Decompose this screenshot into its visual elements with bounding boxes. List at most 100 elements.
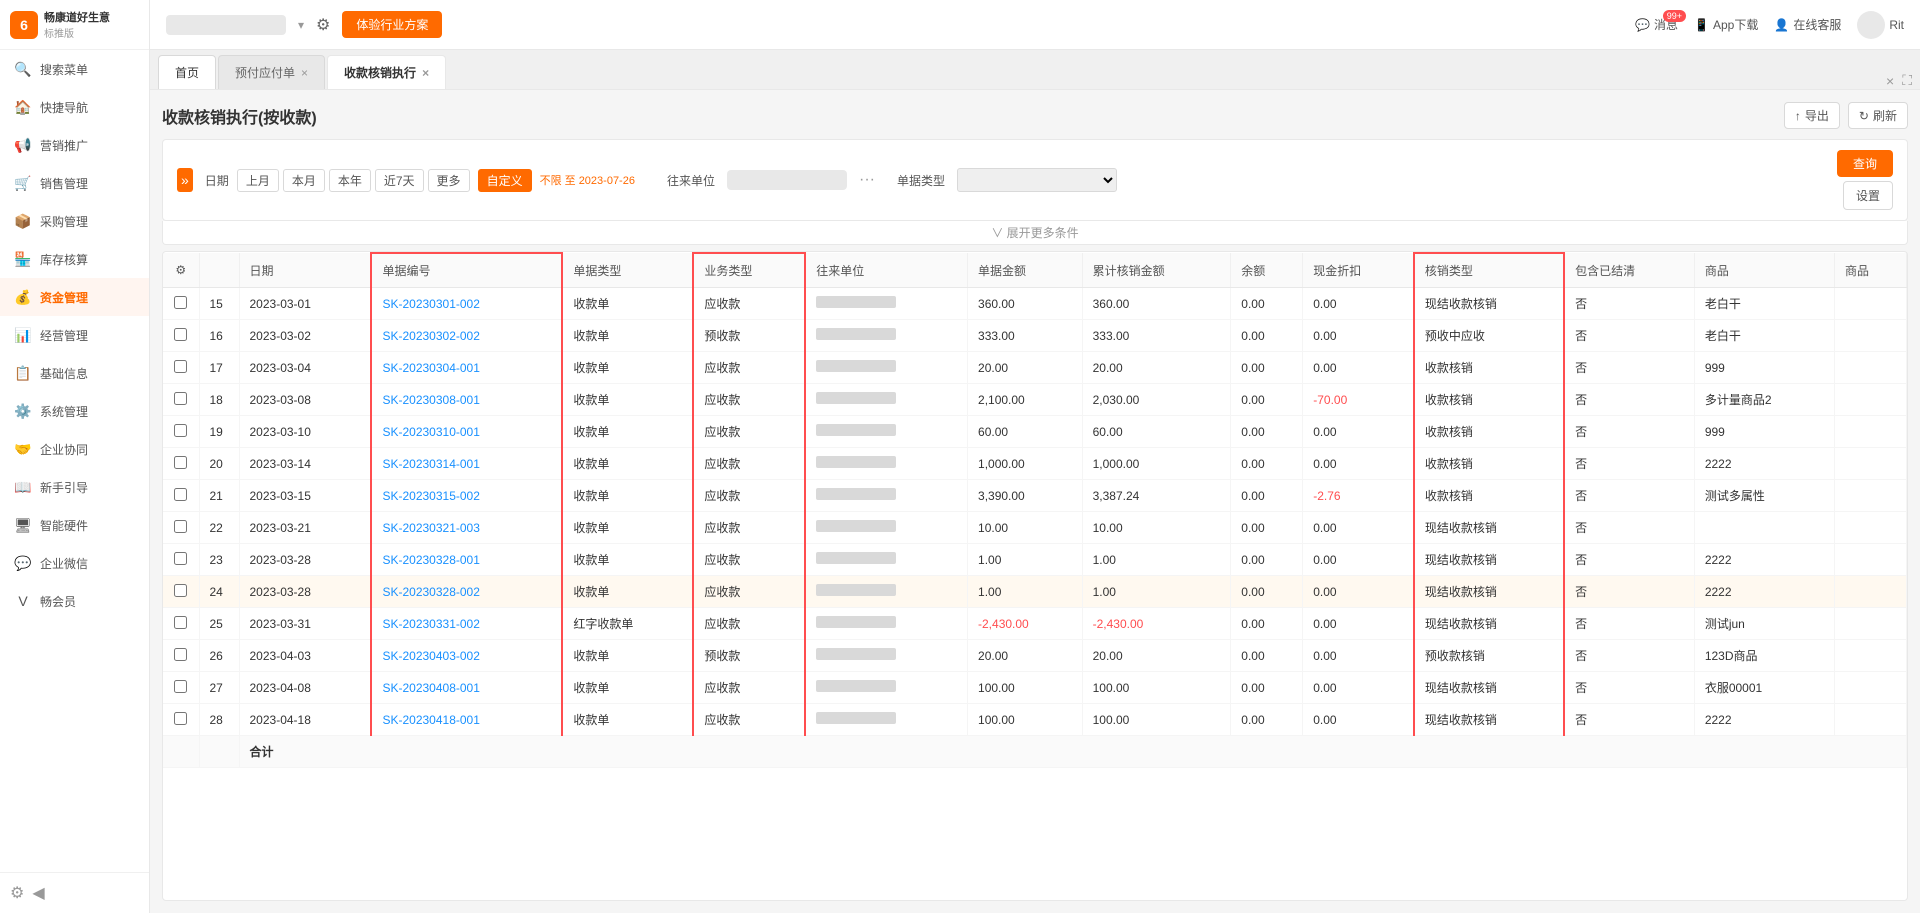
- col-settings-icon[interactable]: ⚙: [175, 263, 186, 277]
- doc-no-link[interactable]: SK-20230302-002: [382, 329, 479, 343]
- filter-more-dots[interactable]: ···: [859, 171, 875, 189]
- tab-close-receipt[interactable]: ×: [422, 66, 429, 80]
- sidebar-item-finance[interactable]: 💰资金管理: [0, 278, 149, 316]
- cell-goods2: [1834, 640, 1906, 672]
- app-download-item[interactable]: 📱 App下载: [1694, 16, 1758, 33]
- row-checkbox[interactable]: [174, 616, 187, 629]
- cell-checkbox: [163, 480, 199, 512]
- col-settled-header: 包含已结清: [1564, 253, 1694, 288]
- row-checkbox[interactable]: [174, 488, 187, 501]
- row-checkbox[interactable]: [174, 712, 187, 725]
- date-btn-近7天[interactable]: 近7天: [375, 169, 424, 192]
- row-checkbox[interactable]: [174, 424, 187, 437]
- tab-fullscreen-icon[interactable]: ⛶: [1902, 72, 1912, 89]
- cell-docno: SK-20230418-001: [371, 704, 562, 736]
- cell-goods2: [1834, 608, 1906, 640]
- doc-no-link[interactable]: SK-20230418-001: [382, 713, 479, 727]
- tab-label-home: 首页: [175, 64, 199, 81]
- sidebar-label-tutorial: 新手引导: [40, 479, 88, 496]
- sidebar-icon-hardware: 🖥: [14, 516, 32, 534]
- custom-date-btn[interactable]: 自定义: [478, 169, 532, 192]
- sidebar-item-guide[interactable]: 🏠快捷导航: [0, 88, 149, 126]
- tab-close-prepay[interactable]: ×: [301, 66, 308, 80]
- export-button[interactable]: ↑ 导出: [1784, 102, 1840, 129]
- cell-date: 2023-03-10: [239, 416, 371, 448]
- sidebar-item-tutorial[interactable]: 📖新手引导: [0, 468, 149, 506]
- refresh-button[interactable]: ↻ 刷新: [1848, 102, 1908, 129]
- col-goods2-header: 商品: [1834, 253, 1906, 288]
- doc-no-link[interactable]: SK-20230301-002: [382, 297, 479, 311]
- sidebar-icon-member: V: [14, 592, 32, 610]
- row-checkbox[interactable]: [174, 456, 187, 469]
- sidebar-item-hardware[interactable]: 🖥智能硬件: [0, 506, 149, 544]
- tabbar: 首页预付应付单×收款核销执行××⛶: [150, 50, 1920, 90]
- sidebar-item-wechat[interactable]: 💬企业微信: [0, 544, 149, 582]
- doc-no-link[interactable]: SK-20230314-001: [382, 457, 479, 471]
- topbar-gear-icon[interactable]: ⚙: [316, 15, 330, 35]
- doc-no-link[interactable]: SK-20230315-002: [382, 489, 479, 503]
- sidebar-item-inventory[interactable]: 🏪库存核算: [0, 240, 149, 278]
- tab-receipt[interactable]: 收款核销执行×: [327, 55, 446, 89]
- query-button[interactable]: 查询: [1837, 150, 1893, 177]
- settings-footer-icon[interactable]: ⚙: [10, 883, 24, 903]
- doc-no-link[interactable]: SK-20230408-001: [382, 681, 479, 695]
- setting-button[interactable]: 设置: [1843, 181, 1893, 210]
- cell-verifytype: 收款核销: [1414, 352, 1564, 384]
- row-checkbox[interactable]: [174, 520, 187, 533]
- receipt-type-select[interactable]: [957, 168, 1117, 192]
- tab-prepay[interactable]: 预付应付单×: [218, 55, 325, 89]
- expand-bar[interactable]: ∨ 展开更多条件: [162, 221, 1908, 245]
- topbar-dropdown-icon[interactable]: ▾: [298, 18, 304, 32]
- solution-button[interactable]: 体验行业方案: [342, 11, 442, 38]
- sidebar-icon-enterprise: 🤝: [14, 440, 32, 458]
- online-service-item[interactable]: 👤 在线客服: [1774, 16, 1841, 33]
- cell-goods2: [1834, 512, 1906, 544]
- row-checkbox[interactable]: [174, 392, 187, 405]
- date-btn-更多[interactable]: 更多: [428, 169, 470, 192]
- date-btn-本年[interactable]: 本年: [329, 169, 371, 192]
- cell-cashdisc: -70.00: [1303, 384, 1414, 416]
- sidebar-item-member[interactable]: V畅会员: [0, 582, 149, 620]
- row-checkbox[interactable]: [174, 328, 187, 341]
- tab-close-all-icon[interactable]: ×: [1886, 73, 1894, 89]
- sidebar-item-marketing[interactable]: 📢营销推广: [0, 126, 149, 164]
- row-checkbox[interactable]: [174, 552, 187, 565]
- row-checkbox[interactable]: [174, 648, 187, 661]
- doc-no-link[interactable]: SK-20230304-001: [382, 361, 479, 375]
- doc-no-link[interactable]: SK-20230403-002: [382, 649, 479, 663]
- row-checkbox[interactable]: [174, 680, 187, 693]
- collapse-sidebar-icon[interactable]: ◀: [32, 883, 44, 903]
- col-goods-header: 商品: [1694, 253, 1834, 288]
- cell-counterpart: [805, 416, 967, 448]
- row-checkbox[interactable]: [174, 584, 187, 597]
- date-btn-上月[interactable]: 上月: [237, 169, 279, 192]
- sidebar-item-enterprise[interactable]: 🤝企业协同: [0, 430, 149, 468]
- cell-settled: 否: [1564, 384, 1694, 416]
- sidebar-label-system: 系统管理: [40, 403, 88, 420]
- sidebar-item-purchase[interactable]: 📦采购管理: [0, 202, 149, 240]
- col-settings-header[interactable]: ⚙: [163, 253, 199, 288]
- doc-no-link[interactable]: SK-20230328-002: [382, 585, 479, 599]
- tab-home[interactable]: 首页: [158, 55, 216, 89]
- sidebar-item-operation[interactable]: 📊经营管理: [0, 316, 149, 354]
- user-avatar[interactable]: Rit: [1857, 11, 1904, 39]
- cell-checkbox: [163, 416, 199, 448]
- doc-no-link[interactable]: SK-20230331-002: [382, 617, 479, 631]
- sidebar-item-sales[interactable]: 🛒销售管理: [0, 164, 149, 202]
- sidebar-item-system[interactable]: ⚙️系统管理: [0, 392, 149, 430]
- export-icon: ↑: [1795, 109, 1801, 123]
- doc-no-link[interactable]: SK-20230321-003: [382, 521, 479, 535]
- tabbar-actions: ×⛶: [1886, 72, 1920, 89]
- date-btn-本月[interactable]: 本月: [283, 169, 325, 192]
- cell-balance: 0.00: [1231, 672, 1303, 704]
- cell-date: 2023-04-03: [239, 640, 371, 672]
- doc-no-link[interactable]: SK-20230328-001: [382, 553, 479, 567]
- sidebar-item-search[interactable]: 🔍搜索菜单: [0, 50, 149, 88]
- doc-no-link[interactable]: SK-20230308-001: [382, 393, 479, 407]
- filter-toggle-btn[interactable]: »: [177, 168, 193, 192]
- row-checkbox[interactable]: [174, 360, 187, 373]
- row-checkbox[interactable]: [174, 296, 187, 309]
- sidebar-item-basic[interactable]: 📋基础信息: [0, 354, 149, 392]
- messages-item[interactable]: 💬 消息 99+: [1635, 16, 1678, 33]
- doc-no-link[interactable]: SK-20230310-001: [382, 425, 479, 439]
